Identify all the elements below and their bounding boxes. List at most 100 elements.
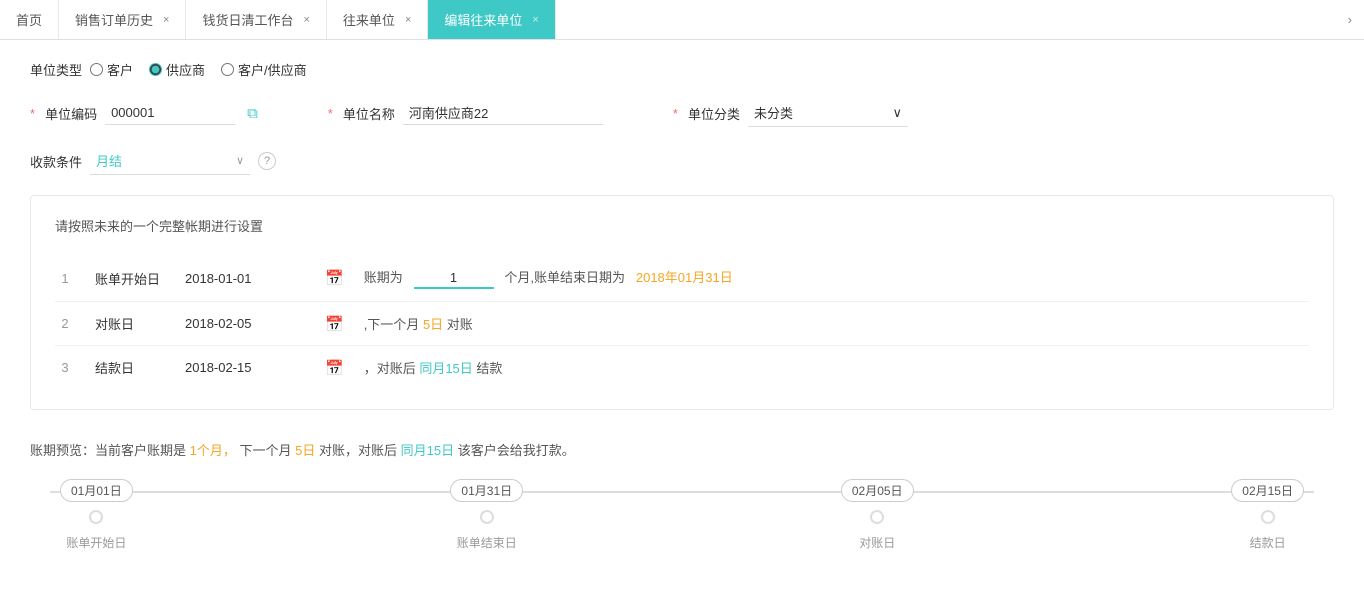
calendar-icon-1[interactable]: 📅 <box>325 269 344 287</box>
tab-home[interactable]: 首页 <box>0 0 59 39</box>
step-desc-2: ,下一个月 5日 对账 <box>364 314 1309 333</box>
radio-customer-input[interactable] <box>90 63 103 76</box>
timeline-item-1: 01月31日 账单结束日 <box>450 479 523 551</box>
timeline-item-3: 02月15日 结款日 <box>1231 479 1304 551</box>
timeline-label-2: 对账日 <box>859 534 895 551</box>
preview-highlight3: 同月15日 <box>401 443 454 458</box>
timeline-label-0: 账单开始日 <box>66 534 126 551</box>
preview-section: 账期预览：当前客户账期是 1个月， 下一个月 5日 对账，对账后 同月15日 该… <box>30 426 1334 551</box>
preview-text2: 下一个月 <box>240 443 292 458</box>
step3-suffix: 结款 <box>476 361 502 376</box>
period-settings-section: 请按照未来的一个完整帐期进行设置 1 账单开始日 2018-01-01 📅 账期… <box>30 195 1334 410</box>
step-num-2: 2 <box>55 316 75 331</box>
unit-name-star: * <box>328 106 333 121</box>
step-date-3: 2018-02-15 <box>185 360 305 375</box>
timeline-item-2: 02月05日 对账日 <box>841 479 914 551</box>
radio-customer[interactable]: 客户 <box>90 60 133 79</box>
close-partner-unit[interactable]: × <box>405 14 411 26</box>
unit-classify-star: * <box>673 106 678 121</box>
payment-condition-field: 收款条件 月结 ∨ ? <box>30 147 276 175</box>
step-desc-3: ，对账后 同月15日 结款 <box>364 358 1309 377</box>
timeline-dot-2 <box>870 510 884 524</box>
step3-prefix: ，对账后 <box>364 361 416 376</box>
unit-type-label: 单位类型 <box>30 60 82 79</box>
step-label-2: 对账日 <box>95 314 165 333</box>
step-label-1: 账单开始日 <box>95 269 165 288</box>
unit-code-label: 单位编码 <box>45 104 97 123</box>
radio-both-label: 客户/供应商 <box>238 60 307 79</box>
step2-prefix: ,下一个月 <box>364 317 420 332</box>
close-sales-order-history[interactable]: × <box>163 14 169 26</box>
timeline-item-0: 01月01日 账单开始日 <box>60 479 133 551</box>
timeline-label-3: 结款日 <box>1250 534 1286 551</box>
step2-highlight: 5日 <box>423 317 443 332</box>
unit-classify-field: * 单位分类 未分类 ∨ <box>673 99 908 127</box>
step-date-1: 2018-01-01 <box>185 271 305 286</box>
period-end-date: 2018年01月31日 <box>636 270 733 285</box>
unit-code-input[interactable] <box>105 101 235 125</box>
help-icon[interactable]: ? <box>258 152 276 170</box>
timeline-badge-3: 02月15日 <box>1231 479 1304 502</box>
timeline-badge-2: 02月05日 <box>841 479 914 502</box>
step-label-3: 结款日 <box>95 358 165 377</box>
unit-type-radio-group: 客户 供应商 客户/供应商 <box>90 60 307 79</box>
timeline-dot-0 <box>89 510 103 524</box>
tab-sales-order-history[interactable]: 销售订单历史 × <box>59 0 186 39</box>
timeline-container: 01月01日 账单开始日 01月31日 账单结束日 02月05日 对账日 02月… <box>30 479 1334 551</box>
tab-edit-partner-unit[interactable]: 编辑往来单位 × <box>428 0 555 39</box>
radio-supplier-label: 供应商 <box>166 60 205 79</box>
step-desc-1: 账期为 个月,账单结束日期为 2018年01月31日 <box>364 267 1309 289</box>
payment-condition-select[interactable]: 月结 ∨ <box>90 147 250 175</box>
classify-chevron-icon: ∨ <box>892 105 902 121</box>
step-row-2: 2 对账日 2018-02-05 📅 ,下一个月 5日 对账 <box>55 302 1309 346</box>
period-value-input[interactable] <box>414 268 494 289</box>
preview-highlight2: 5日 <box>295 443 315 458</box>
section-title: 请按照未来的一个完整帐期进行设置 <box>55 216 1309 235</box>
radio-supplier[interactable]: 供应商 <box>149 60 205 79</box>
step-row-3: 3 结款日 2018-02-15 📅 ，对账后 同月15日 结款 <box>55 346 1309 389</box>
preview-suffix: 该客户会给我打款。 <box>458 443 575 458</box>
step-row-1: 1 账单开始日 2018-01-01 📅 账期为 个月,账单结束日期为 2018… <box>55 255 1309 302</box>
radio-supplier-input[interactable] <box>149 63 162 76</box>
unit-type-row: 单位类型 客户 供应商 客户/供应商 <box>30 60 1334 79</box>
chevron-right-icon: › <box>1348 12 1352 27</box>
step-num-1: 1 <box>55 271 75 286</box>
unit-name-label: 单位名称 <box>343 104 395 123</box>
timeline-dot-3 <box>1261 510 1275 524</box>
payment-condition-label: 收款条件 <box>30 152 82 171</box>
step-date-2: 2018-02-05 <box>185 316 305 331</box>
unit-type-field: 单位类型 客户 供应商 客户/供应商 <box>30 60 307 79</box>
unit-name-input[interactable] <box>403 101 603 125</box>
calendar-icon-3[interactable]: 📅 <box>325 359 344 377</box>
close-cash-clearing[interactable]: × <box>303 14 309 26</box>
radio-both[interactable]: 客户/供应商 <box>221 60 307 79</box>
payment-condition-row: 收款条件 月结 ∨ ? <box>30 147 1334 175</box>
unit-classify-select[interactable]: 未分类 ∨ <box>748 99 908 127</box>
payment-chevron-icon: ∨ <box>236 154 244 167</box>
tab-bar: 首页 销售订单历史 × 钱货日清工作台 × 往来单位 × 编辑往来单位 × › <box>0 0 1364 40</box>
tab-partner-unit[interactable]: 往来单位 × <box>327 0 428 39</box>
unit-classify-label: 单位分类 <box>688 104 740 123</box>
period-unit: 个月,账单结束日期为 <box>504 270 625 285</box>
preview-prefix: 账期预览：当前客户账期是 <box>30 443 186 458</box>
unit-name-field: * 单位名称 <box>328 101 603 125</box>
step2-suffix: 对账 <box>447 317 473 332</box>
unit-info-row: * 单位编码 ⧉ * 单位名称 * 单位分类 未分类 ∨ <box>30 99 1334 127</box>
calendar-icon-2[interactable]: 📅 <box>325 315 344 333</box>
step-num-3: 3 <box>55 360 75 375</box>
tab-more-button[interactable]: › <box>1336 0 1364 39</box>
payment-condition-value: 月结 <box>96 151 232 170</box>
timeline-dot-1 <box>480 510 494 524</box>
period-label: 账期为 <box>364 270 403 285</box>
radio-both-input[interactable] <box>221 63 234 76</box>
close-edit-partner-unit[interactable]: × <box>532 14 538 26</box>
preview-text3: 对账，对账后 <box>319 443 397 458</box>
radio-customer-label: 客户 <box>107 60 133 79</box>
timeline-badge-0: 01月01日 <box>60 479 133 502</box>
preview-highlight1: 1个月， <box>190 443 236 458</box>
tab-cash-clearing[interactable]: 钱货日清工作台 × <box>186 0 326 39</box>
unit-code-star: * <box>30 106 35 121</box>
timeline-badge-1: 01月31日 <box>450 479 523 502</box>
unit-code-field: * 单位编码 ⧉ <box>30 101 258 125</box>
copy-icon[interactable]: ⧉ <box>247 105 258 122</box>
